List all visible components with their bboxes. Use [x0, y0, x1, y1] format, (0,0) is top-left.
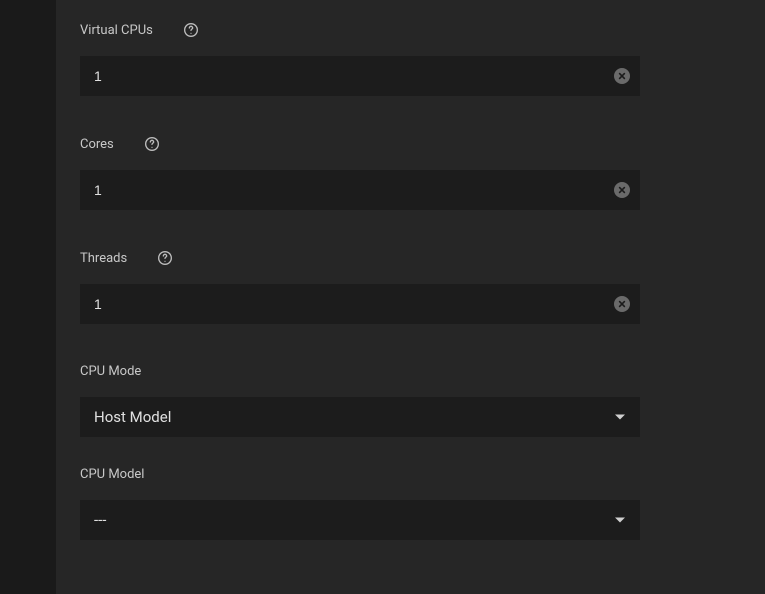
cpu-mode-value: Host Model [94, 408, 626, 426]
cores-help[interactable] [144, 136, 160, 152]
close-icon [618, 300, 626, 308]
caret-down-icon [614, 514, 626, 526]
label-row: Virtual CPUs [80, 22, 640, 38]
help-icon [157, 250, 173, 266]
cpu-model-label: CPU Model [80, 467, 144, 482]
virtual-cpus-clear-button[interactable] [614, 68, 630, 84]
cores-input-wrap [80, 170, 640, 210]
threads-clear-button[interactable] [614, 296, 630, 312]
cpu-model-value: --- [94, 511, 626, 529]
help-icon [144, 136, 160, 152]
cpu-mode-label: CPU Mode [80, 364, 141, 379]
cpu-mode-select[interactable]: Host Model [80, 397, 640, 437]
close-icon [618, 186, 626, 194]
settings-panel: Virtual CPUs Cores Thr [56, 0, 765, 594]
threads-input-wrap [80, 284, 640, 324]
virtual-cpus-input[interactable] [80, 56, 640, 96]
label-row: Threads [80, 250, 640, 266]
cpu-model-select[interactable]: --- [80, 500, 640, 540]
virtual-cpus-label: Virtual CPUs [80, 23, 153, 38]
field-cpu-model: CPU Model --- [80, 467, 640, 540]
field-cores: Cores [80, 136, 640, 210]
help-icon [183, 22, 199, 38]
field-cpu-mode: CPU Mode Host Model [80, 364, 640, 437]
close-icon [618, 72, 626, 80]
cores-input[interactable] [80, 170, 640, 210]
threads-label: Threads [80, 251, 127, 266]
virtual-cpus-help[interactable] [183, 22, 199, 38]
field-virtual-cpus: Virtual CPUs [80, 22, 640, 96]
caret-down-icon [614, 411, 626, 423]
cores-label: Cores [80, 137, 114, 152]
cores-clear-button[interactable] [614, 182, 630, 198]
field-threads: Threads [80, 250, 640, 324]
label-row: CPU Mode [80, 364, 640, 379]
left-rail [0, 0, 56, 594]
threads-input[interactable] [80, 284, 640, 324]
threads-help[interactable] [157, 250, 173, 266]
label-row: CPU Model [80, 467, 640, 482]
virtual-cpus-input-wrap [80, 56, 640, 96]
label-row: Cores [80, 136, 640, 152]
